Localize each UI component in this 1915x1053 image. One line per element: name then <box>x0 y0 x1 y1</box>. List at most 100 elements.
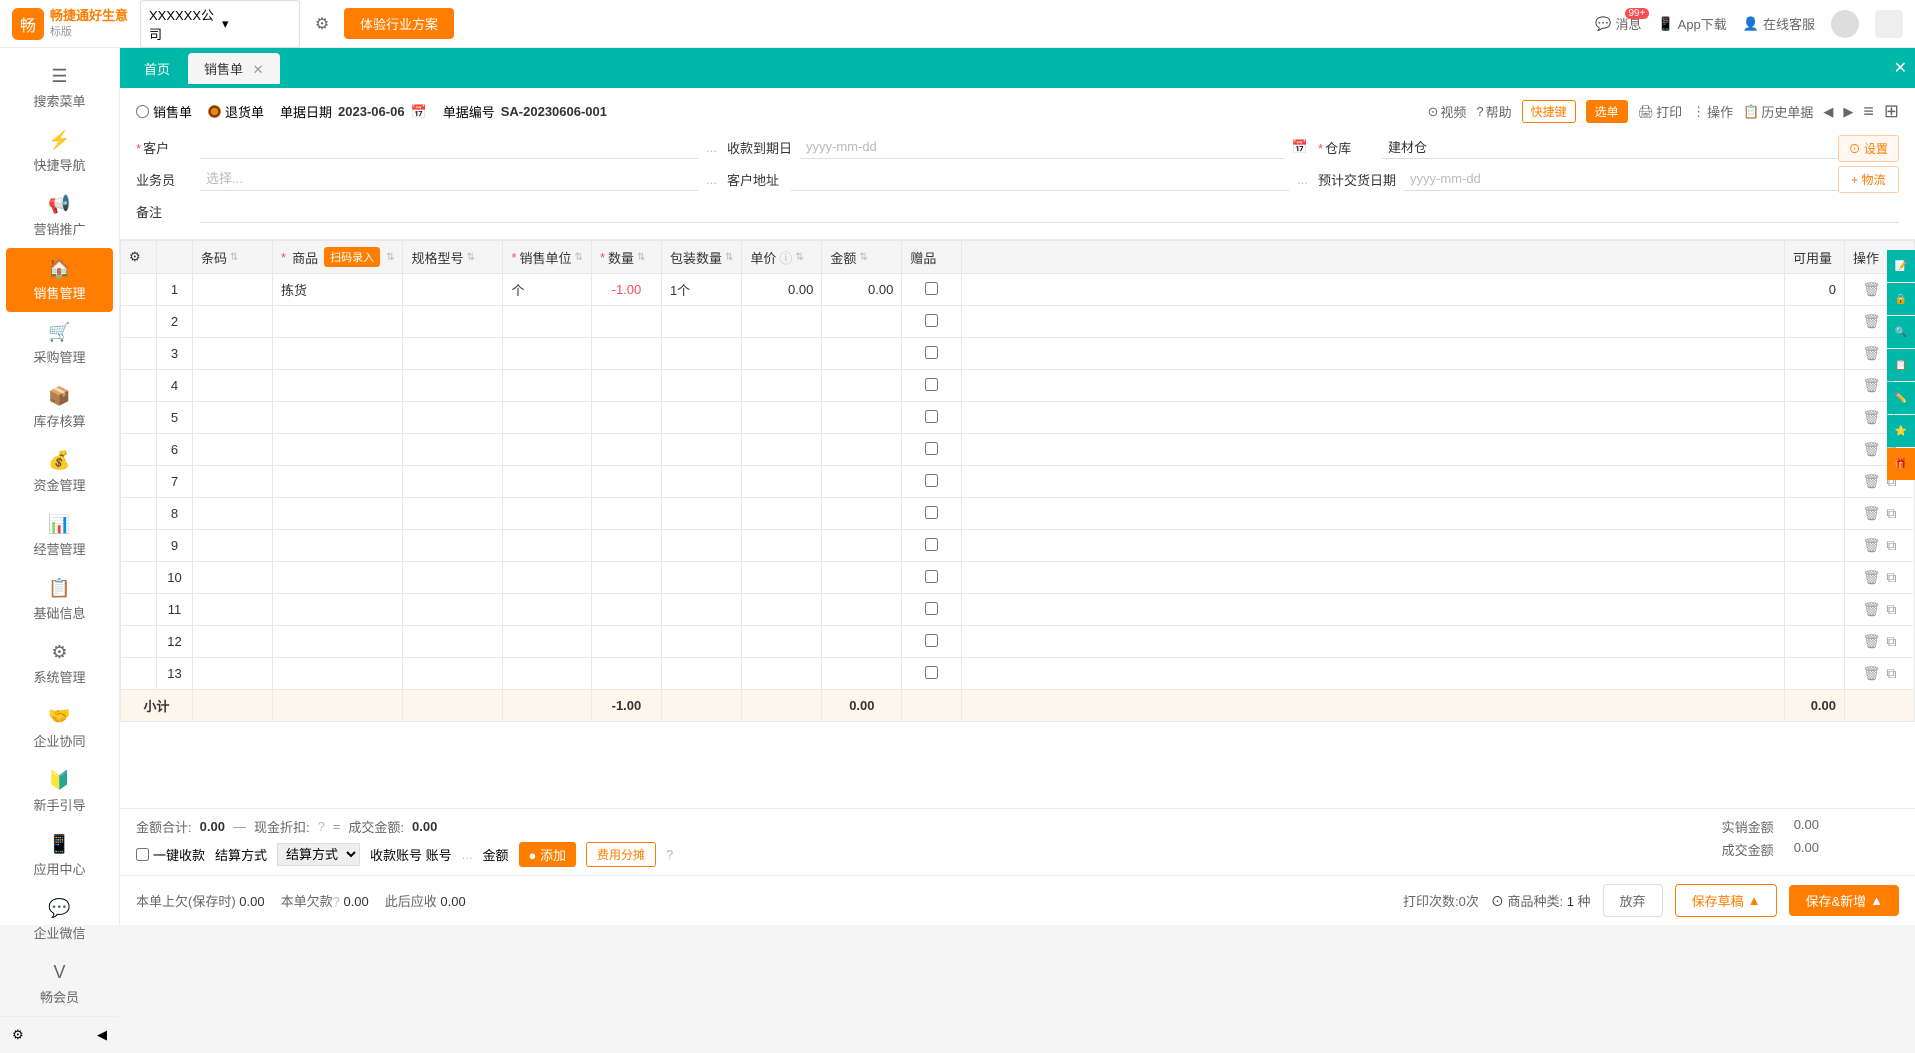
payment-due-input[interactable] <box>800 135 1284 159</box>
delete-btn-0[interactable]: 🗑 <box>1863 281 1881 298</box>
cell-amount-3[interactable] <box>822 370 902 402</box>
cell-pack-3[interactable] <box>661 370 741 402</box>
history-btn[interactable]: 📋 历史单据 <box>1743 102 1813 121</box>
cell-qty-1[interactable] <box>591 306 661 338</box>
delete-btn-2[interactable]: 🗑 <box>1863 345 1881 362</box>
cell-price-10[interactable] <box>742 594 822 626</box>
cell-unit-3[interactable] <box>503 370 591 402</box>
cell-pack-1[interactable] <box>661 306 741 338</box>
copy-btn-11[interactable]: ⧉ <box>1886 633 1896 650</box>
cell-spec-10[interactable] <box>403 594 503 626</box>
cell-spec-1[interactable] <box>403 306 503 338</box>
copy-btn-7[interactable]: ⧉ <box>1886 505 1896 522</box>
cell-price-0[interactable]: 0.00 <box>742 274 822 306</box>
trial-button[interactable]: 体验行业方案 <box>344 8 454 39</box>
cell-product-2[interactable] <box>273 338 403 370</box>
customer-addr-dots[interactable]: ... <box>1297 172 1308 187</box>
sidebar-collapse-icon[interactable]: ◀ <box>97 1027 107 1043</box>
cell-qty-7[interactable] <box>591 498 661 530</box>
save-draft-button[interactable]: 保存草稿 ▲ <box>1675 884 1778 917</box>
salesperson-input[interactable] <box>200 167 698 191</box>
cell-amount-9[interactable] <box>822 562 902 594</box>
cell-qty-2[interactable] <box>591 338 661 370</box>
cell-amount-10[interactable] <box>822 594 902 626</box>
cell-price-11[interactable] <box>742 626 822 658</box>
cell-unit-9[interactable] <box>503 562 591 594</box>
cell-price-9[interactable] <box>742 562 822 594</box>
cell-product-8[interactable] <box>273 530 403 562</box>
cell-barcode-5[interactable] <box>193 434 273 466</box>
th-settings[interactable]: ⚙ <box>121 241 157 274</box>
cell-spec-8[interactable] <box>403 530 503 562</box>
tab-home[interactable]: 首页 <box>128 53 186 84</box>
cell-gift-12[interactable] <box>902 658 962 690</box>
cell-gift-2[interactable] <box>902 338 962 370</box>
cell-unit-8[interactable] <box>503 530 591 562</box>
settings-button[interactable]: ⚙ <box>308 10 336 38</box>
cell-pack-4[interactable] <box>661 402 741 434</box>
delete-btn-4[interactable]: 🗑 <box>1863 409 1881 426</box>
sidebar-item-marketing[interactable]: 📢 营销推广 <box>0 184 119 248</box>
cell-amount-7[interactable] <box>822 498 902 530</box>
cell-spec-3[interactable] <box>403 370 503 402</box>
calendar-icon[interactable]: 📅 <box>411 104 427 120</box>
cell-barcode-1[interactable] <box>193 306 273 338</box>
cell-gift-11[interactable] <box>902 626 962 658</box>
settings-icon[interactable]: ⚙ <box>129 249 141 264</box>
cell-product-9[interactable] <box>273 562 403 594</box>
cell-gift-5[interactable] <box>902 434 962 466</box>
cell-product-6[interactable] <box>273 466 403 498</box>
cell-product-3[interactable] <box>273 370 403 402</box>
user-menu[interactable] <box>1875 10 1903 38</box>
th-price[interactable]: 单价 ⓘ ⇅ <box>742 241 822 274</box>
app-download-button[interactable]: 📱 App下载 <box>1657 14 1726 33</box>
cell-amount-2[interactable] <box>822 338 902 370</box>
online-service-button[interactable]: 👤 在线客服 <box>1743 14 1815 33</box>
cell-barcode-8[interactable] <box>193 530 273 562</box>
video-btn[interactable]: ⊙ 视频 <box>1427 102 1466 121</box>
cell-unit-12[interactable] <box>503 658 591 690</box>
cell-spec-4[interactable] <box>403 402 503 434</box>
cell-price-8[interactable] <box>742 530 822 562</box>
cell-price-7[interactable] <box>742 498 822 530</box>
cell-product-10[interactable] <box>273 594 403 626</box>
cell-amount-12[interactable] <box>822 658 902 690</box>
radio-return[interactable]: 退货单 <box>208 102 264 121</box>
cell-pack-0[interactable]: 1个 <box>661 274 741 306</box>
cell-amount-6[interactable] <box>822 466 902 498</box>
cell-price-12[interactable] <box>742 658 822 690</box>
cell-pack-7[interactable] <box>661 498 741 530</box>
th-product[interactable]: *商品 扫码录入 ⇅ <box>273 241 403 274</box>
cell-product-7[interactable] <box>273 498 403 530</box>
right-panel-btn6[interactable]: ⭐ <box>1887 415 1915 447</box>
th-unit[interactable]: *销售单位 ⇅ <box>503 241 591 274</box>
sidebar-item-guide[interactable]: 🔰 新手引导 <box>0 760 119 824</box>
cell-price-1[interactable] <box>742 306 822 338</box>
cell-product-12[interactable] <box>273 658 403 690</box>
delete-btn-11[interactable]: 🗑 <box>1863 633 1881 650</box>
cell-gift-0[interactable] <box>902 274 962 306</box>
th-amount[interactable]: 金额 ⇅ <box>822 241 902 274</box>
cell-price-6[interactable] <box>742 466 822 498</box>
cell-product-11[interactable] <box>273 626 403 658</box>
cell-price-2[interactable] <box>742 338 822 370</box>
sidebar-item-operations[interactable]: 📊 经营管理 <box>0 504 119 568</box>
scan-button[interactable]: 扫码录入 <box>324 247 380 267</box>
cell-barcode-4[interactable] <box>193 402 273 434</box>
cell-barcode-3[interactable] <box>193 370 273 402</box>
cell-pack-8[interactable] <box>661 530 741 562</box>
sidebar-item-base[interactable]: 📋 基础信息 <box>0 568 119 632</box>
cell-barcode-12[interactable] <box>193 658 273 690</box>
cell-gift-10[interactable] <box>902 594 962 626</box>
cell-gift-3[interactable] <box>902 370 962 402</box>
right-panel-btn7[interactable]: 🎁 <box>1887 448 1915 480</box>
sidebar-item-inventory[interactable]: 📦 库存核算 <box>0 376 119 440</box>
one-click-payment[interactable]: 一键收款 <box>136 845 205 864</box>
cell-unit-2[interactable] <box>503 338 591 370</box>
cell-pack-6[interactable] <box>661 466 741 498</box>
customer-input[interactable] <box>200 135 698 159</box>
prev-btn[interactable]: ◀ <box>1823 104 1833 120</box>
cell-unit-0[interactable]: 个 <box>503 274 591 306</box>
cell-product-1[interactable] <box>273 306 403 338</box>
logistics-button[interactable]: + 物流 <box>1838 166 1899 193</box>
